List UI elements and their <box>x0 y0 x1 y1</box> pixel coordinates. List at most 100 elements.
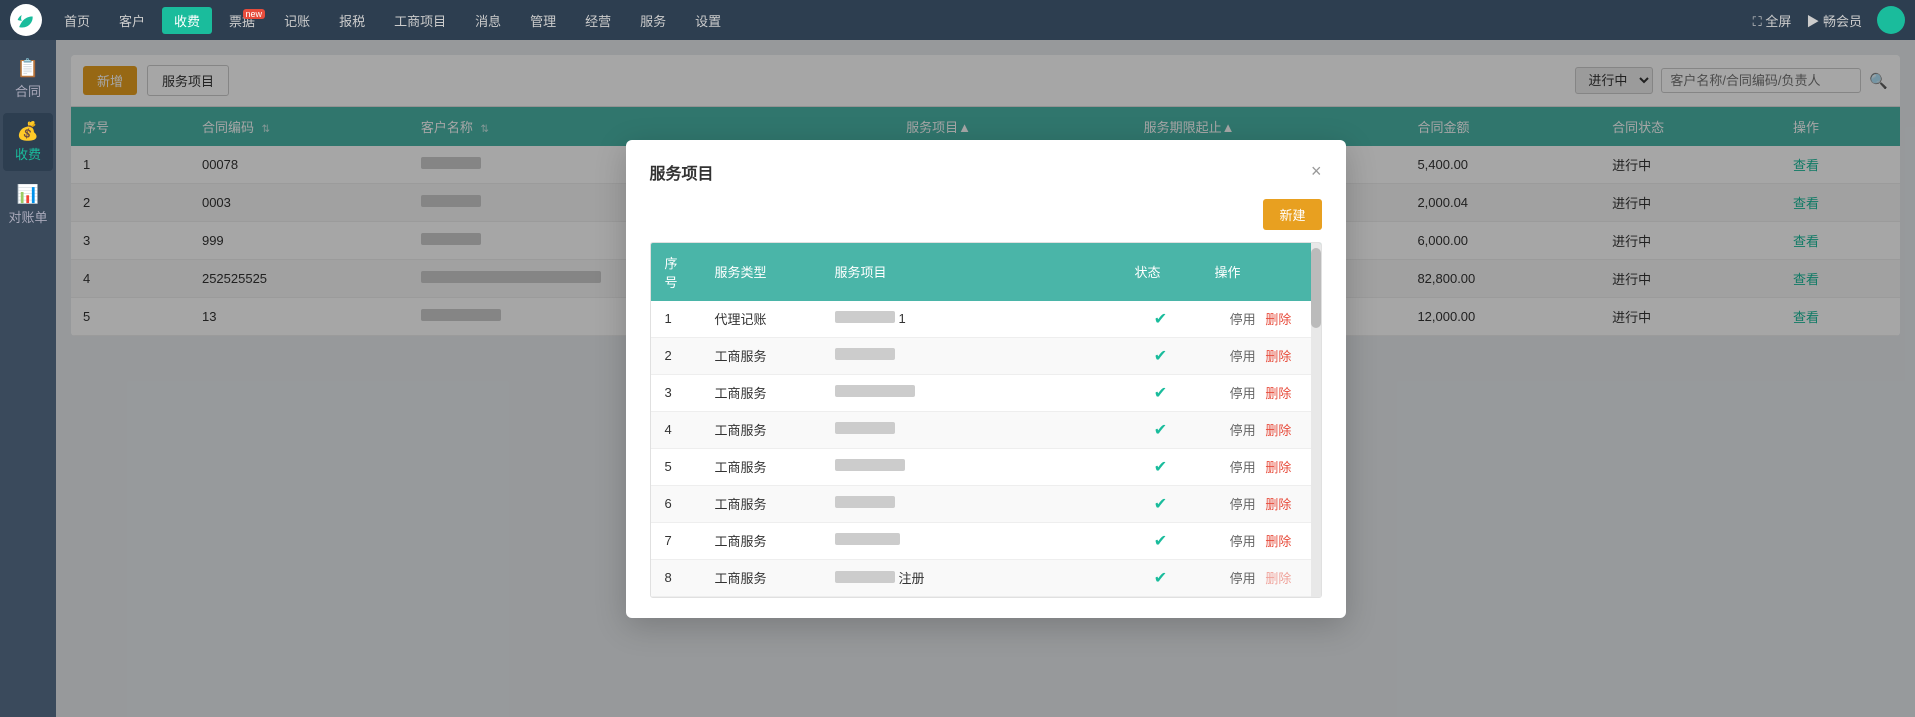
service-items-modal: 服务项目 × 新建 序号 服务类型 服务项目 <box>626 140 1346 618</box>
modal-header: 服务项目 × <box>650 160 1322 184</box>
modal-cell-ops[interactable]: 停用 删除 <box>1201 448 1321 485</box>
modal-cell-ops[interactable]: 停用 删除 <box>1201 485 1321 522</box>
modal-cell-status: ✔ <box>1121 485 1201 522</box>
nav-service[interactable]: 服务 <box>628 7 678 34</box>
modal-cell-status: ✔ <box>1121 301 1201 338</box>
nav-tax[interactable]: 报税 <box>327 7 377 34</box>
app-logo <box>10 4 42 36</box>
modal-cell-item: 1 <box>821 301 1121 338</box>
modal-toolbar: 新建 <box>650 199 1322 230</box>
member-btn[interactable]: ▶ 畅会员 <box>1806 11 1862 30</box>
delete-button[interactable]: 删除 <box>1265 349 1291 364</box>
statement-icon: 📊 <box>17 184 39 205</box>
modal-cell-status: ✔ <box>1121 337 1201 374</box>
modal-table-row: 6 工商服务 ✔ 停用 删除 <box>651 485 1321 522</box>
modal-cell-seq: 6 <box>651 485 701 522</box>
modal-table-row: 5 工商服务 ✔ 停用 删除 <box>651 448 1321 485</box>
nav-right-area: ⛶ 全屏 ▶ 畅会员 <box>1753 6 1905 34</box>
modal-cell-ops[interactable]: 停用 删除 <box>1201 411 1321 448</box>
modal-cell-status: ✔ <box>1121 448 1201 485</box>
disable-button[interactable]: 停用 <box>1230 497 1256 512</box>
fullscreen-btn[interactable]: ⛶ 全屏 <box>1753 11 1792 30</box>
status-check-icon: ✔ <box>1154 422 1167 439</box>
nav-bookkeeping[interactable]: 记账 <box>272 7 322 34</box>
modal-cell-type: 工商服务 <box>701 559 821 596</box>
modal-cell-status: ✔ <box>1121 411 1201 448</box>
status-check-icon: ✔ <box>1154 348 1167 365</box>
delete-button[interactable]: 删除 <box>1265 497 1291 512</box>
modal-cell-status: ✔ <box>1121 374 1201 411</box>
disable-button[interactable]: 停用 <box>1230 349 1256 364</box>
modal-col-item: 服务项目 <box>821 243 1121 301</box>
disable-button[interactable]: 停用 <box>1230 571 1256 586</box>
modal-table-row: 2 工商服务 ✔ 停用 删除 <box>651 337 1321 374</box>
modal-table-row: 7 工商服务 ✔ 停用 删除 <box>651 522 1321 559</box>
delete-button[interactable]: 删除 <box>1265 571 1291 586</box>
modal-cell-type: 代理记账 <box>701 301 821 338</box>
modal-cell-type: 工商服务 <box>701 448 821 485</box>
modal-cell-ops[interactable]: 停用 删除 <box>1201 522 1321 559</box>
delete-button[interactable]: 删除 <box>1265 386 1291 401</box>
scrollbar-thumb[interactable] <box>1311 248 1321 328</box>
sidebar-item-contract[interactable]: 📋 合同 <box>3 50 53 108</box>
modal-cell-ops[interactable]: 停用 删除 <box>1201 559 1321 596</box>
disable-button[interactable]: 停用 <box>1230 312 1256 327</box>
nav-settings[interactable]: 设置 <box>683 7 733 34</box>
sidebar-label-billing: 收费 <box>15 144 41 163</box>
modal-cell-item <box>821 448 1121 485</box>
modal-table-body: 1 代理记账 1 ✔ 停用 删除 2 工 <box>651 301 1321 597</box>
modal-cell-seq: 7 <box>651 522 701 559</box>
modal-cell-seq: 3 <box>651 374 701 411</box>
modal-table-row: 1 代理记账 1 ✔ 停用 删除 <box>651 301 1321 338</box>
modal-cell-ops[interactable]: 停用 删除 <box>1201 337 1321 374</box>
avatar[interactable] <box>1877 6 1905 34</box>
nav-message[interactable]: 消息 <box>463 7 513 34</box>
disable-button[interactable]: 停用 <box>1230 423 1256 438</box>
delete-button[interactable]: 删除 <box>1265 312 1291 327</box>
nav-invoice[interactable]: 票据 new <box>217 7 267 34</box>
disable-button[interactable]: 停用 <box>1230 534 1256 549</box>
modal-cell-ops[interactable]: 停用 删除 <box>1201 374 1321 411</box>
status-check-icon: ✔ <box>1154 311 1167 328</box>
status-check-icon: ✔ <box>1154 496 1167 513</box>
modal-cell-seq: 2 <box>651 337 701 374</box>
delete-button[interactable]: 删除 <box>1265 534 1291 549</box>
modal-col-seq: 序号 <box>651 243 701 301</box>
modal-cell-seq: 8 <box>651 559 701 596</box>
content-area: 新增 服务项目 进行中 已完成 已暂停 🔍 序号 合同编 <box>56 40 1915 717</box>
modal-new-button[interactable]: 新建 <box>1263 199 1321 230</box>
nav-customer[interactable]: 客户 <box>107 7 157 34</box>
sidebar-label-contract: 合同 <box>15 81 41 100</box>
scrollbar-track[interactable] <box>1311 243 1321 597</box>
modal-cell-ops[interactable]: 停用 删除 <box>1201 301 1321 338</box>
modal-table-row: 4 工商服务 ✔ 停用 删除 <box>651 411 1321 448</box>
modal-table-row: 3 工商服务 ✔ 停用 删除 <box>651 374 1321 411</box>
nav-operation[interactable]: 经营 <box>573 7 623 34</box>
modal-close-button[interactable]: × <box>1311 161 1322 182</box>
modal-cell-item <box>821 485 1121 522</box>
modal-cell-status: ✔ <box>1121 522 1201 559</box>
sidebar-item-billing[interactable]: 💰 收费 <box>3 113 53 171</box>
disable-button[interactable]: 停用 <box>1230 386 1256 401</box>
modal-cell-item: 注册 <box>821 559 1121 596</box>
nav-home[interactable]: 首页 <box>52 7 102 34</box>
status-check-icon: ✔ <box>1154 533 1167 550</box>
nav-business[interactable]: 工商项目 <box>382 7 458 34</box>
modal-title: 服务项目 <box>650 160 714 184</box>
sidebar-item-statement[interactable]: 📊 对账单 <box>3 176 53 234</box>
modal-table-row: 8 工商服务 注册 ✔ 停用 删除 <box>651 559 1321 596</box>
modal-cell-item <box>821 411 1121 448</box>
modal-cell-seq: 5 <box>651 448 701 485</box>
nav-billing[interactable]: 收费 <box>162 7 212 34</box>
status-check-icon: ✔ <box>1154 385 1167 402</box>
nav-manage[interactable]: 管理 <box>518 7 568 34</box>
modal-table-wrap: 序号 服务类型 服务项目 状态 操作 1 代理记账 1 <box>650 242 1322 598</box>
disable-button[interactable]: 停用 <box>1230 460 1256 475</box>
top-navigation: 首页 客户 收费 票据 new 记账 报税 工商项目 消息 管理 经营 服务 设… <box>0 0 1915 40</box>
delete-button[interactable]: 删除 <box>1265 460 1291 475</box>
modal-col-type: 服务类型 <box>701 243 821 301</box>
modal-cell-item <box>821 374 1121 411</box>
delete-button[interactable]: 删除 <box>1265 423 1291 438</box>
modal-table-header: 序号 服务类型 服务项目 状态 操作 <box>651 243 1321 301</box>
nav-menu: 首页 客户 收费 票据 new 记账 报税 工商项目 消息 管理 经营 服务 设… <box>52 7 1753 34</box>
